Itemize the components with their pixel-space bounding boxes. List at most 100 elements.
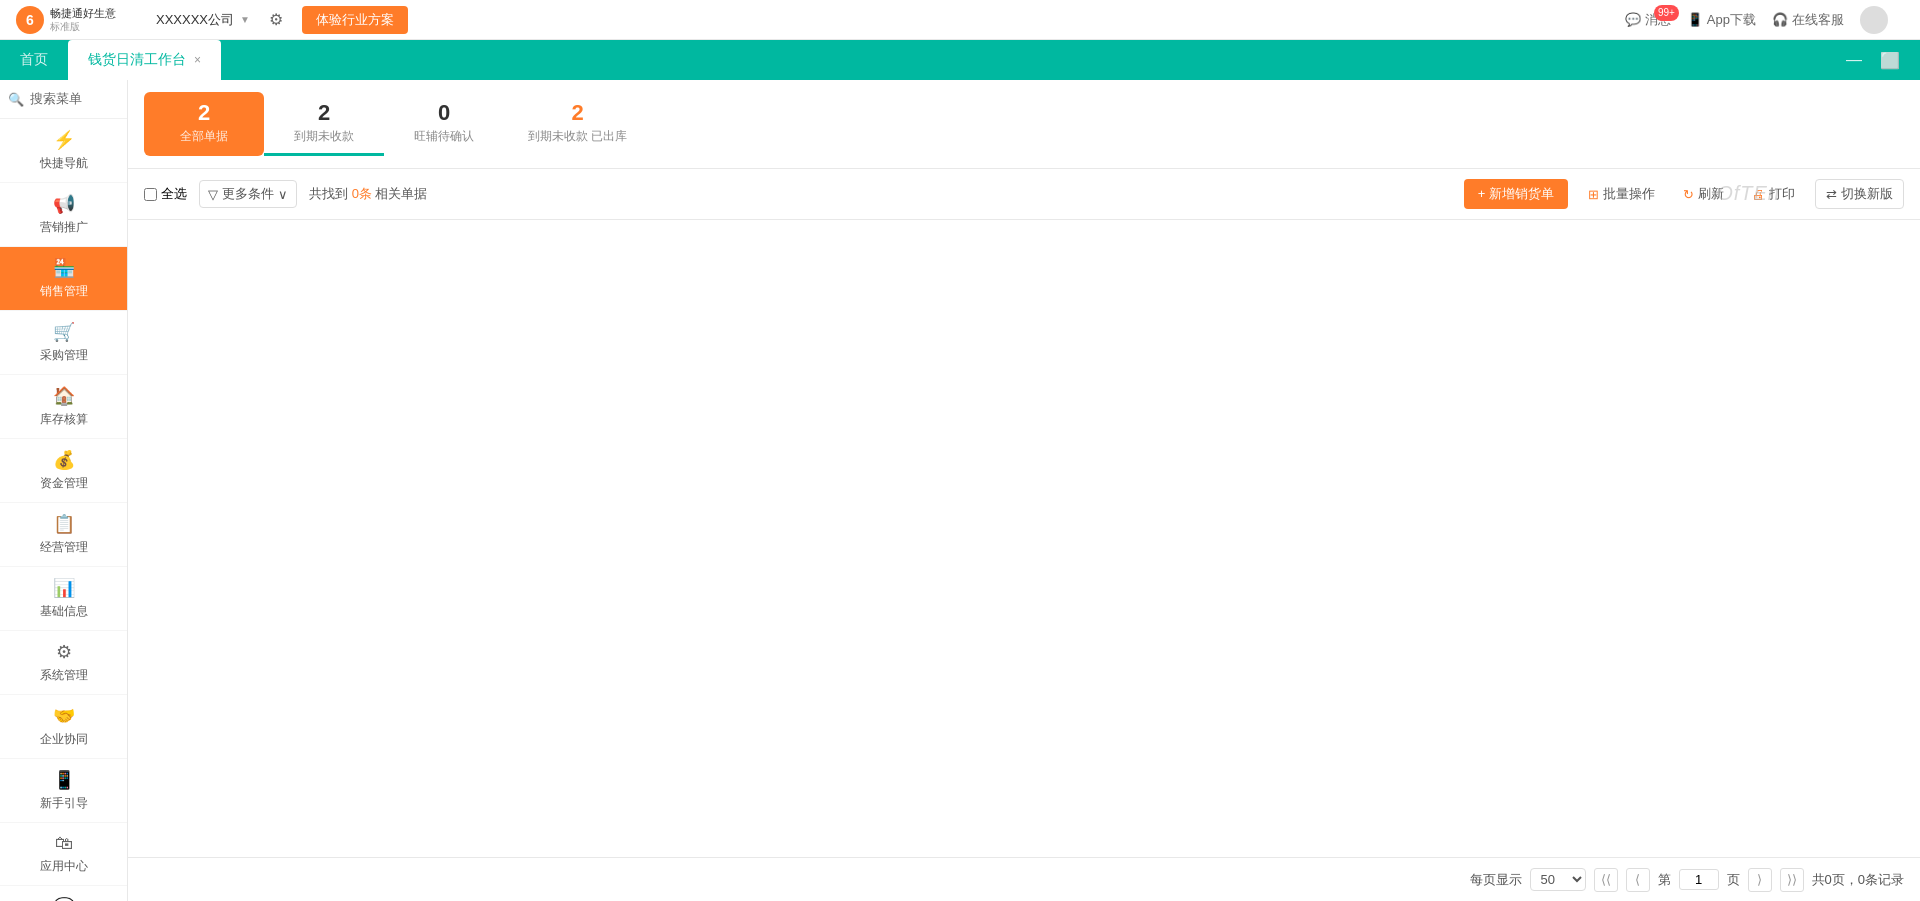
result-text: 共找到 0条 相关单据: [309, 185, 427, 203]
sidebar-label-system: 系统管理: [40, 667, 88, 684]
per-page-select[interactable]: 50 100 200: [1530, 868, 1586, 891]
sidebar-label-appstore: 应用中心: [40, 858, 88, 875]
sidebar-item-marketing[interactable]: 📢 营销推广: [0, 183, 127, 247]
stat-card-shipped[interactable]: 2 到期未收款 已出库: [504, 92, 651, 156]
switch-icon: ⇄: [1826, 187, 1837, 202]
filter-icon: ▽: [208, 187, 218, 202]
refresh-icon: ↻: [1683, 187, 1694, 202]
sidebar-item-wechat[interactable]: 💬 企业微信: [0, 886, 127, 901]
batch-operation-button[interactable]: ⊞ 批量操作: [1580, 181, 1663, 207]
sidebar-item-system[interactable]: ⚙ 系统管理: [0, 631, 127, 695]
maximize-icon[interactable]: ⬜: [1876, 46, 1904, 74]
batch-label: 批量操作: [1603, 185, 1655, 203]
message-badge: 99+: [1654, 5, 1679, 21]
inventory-icon: 🏠: [53, 385, 75, 407]
sidebar-item-operations[interactable]: 📋 经营管理: [0, 503, 127, 567]
search-label: 搜索菜单: [30, 90, 82, 108]
close-tab-icon[interactable]: ×: [194, 53, 201, 67]
stat-label-overdue: 到期未收款: [294, 128, 354, 145]
page-number-input[interactable]: [1679, 869, 1719, 890]
pagination-bar: 每页显示 50 100 200 ⟨⟨ ⟨ 第 页 ⟩ ⟩⟩ 共0页，0条记录: [128, 857, 1920, 901]
settings-icon[interactable]: ⚙: [262, 6, 290, 34]
marketing-icon: 📢: [53, 193, 75, 215]
per-page-label: 每页显示: [1470, 871, 1522, 889]
sidebar-label-finance: 资金管理: [40, 475, 88, 492]
batch-icon: ⊞: [1588, 187, 1599, 202]
logo-icon: 6: [16, 6, 44, 34]
sidebar-label-operations: 经营管理: [40, 539, 88, 556]
sidebar-label-guide: 新手引导: [40, 795, 88, 812]
tab-active[interactable]: 钱货日清工作台 ×: [68, 40, 221, 80]
sidebar-item-inventory[interactable]: 🏠 库存核算: [0, 375, 127, 439]
app-download-action[interactable]: 📱 App下载: [1687, 11, 1756, 29]
minimize-icon[interactable]: —: [1840, 46, 1868, 74]
refresh-button[interactable]: ↻ 刷新: [1675, 181, 1732, 207]
page-suffix: 页: [1727, 871, 1740, 889]
avatar[interactable]: [1860, 6, 1888, 34]
message-action[interactable]: 💬 消息 99+: [1625, 11, 1671, 29]
sidebar-item-shortcut[interactable]: ⚡ 快捷导航: [0, 119, 127, 183]
stat-label-all: 全部单据: [180, 128, 228, 145]
stat-num-pending: 0: [438, 100, 450, 126]
system-icon: ⚙: [56, 641, 72, 663]
stat-num-shipped: 2: [572, 100, 584, 126]
add-sales-order-button[interactable]: + 新增销货单: [1464, 179, 1568, 209]
base-icon: 📊: [53, 577, 75, 599]
sidebar-item-appstore[interactable]: 🛍 应用中心: [0, 823, 127, 886]
filter-button[interactable]: ▽ 更多条件 ∨: [199, 180, 297, 208]
stat-card-pending[interactable]: 0 旺辅待确认: [384, 92, 504, 156]
app-name: 畅捷通好生意: [50, 6, 116, 20]
select-all-label: 全选: [161, 185, 187, 203]
headset-icon: 🎧: [1772, 12, 1788, 27]
result-suffix: 相关单据: [375, 186, 427, 201]
guide-icon: 📱: [53, 769, 75, 791]
nav-tabs: 首页 钱货日清工作台 × — ⬜: [0, 40, 1920, 80]
online-service-action[interactable]: 🎧 在线客服: [1772, 11, 1844, 29]
app-download-icon: 📱: [1687, 12, 1703, 27]
sidebar-items-container: ⚡ 快捷导航 📢 营销推广 🏪 销售管理 🛒 采购管理 🏠 库存核算 💰 资金管…: [0, 119, 127, 901]
message-icon: 💬: [1625, 12, 1641, 27]
sidebar-item-purchase[interactable]: 🛒 采购管理: [0, 311, 127, 375]
print-label: 打印: [1769, 185, 1795, 203]
sidebar-label-cooperation: 企业协同: [40, 731, 88, 748]
page-label: 第: [1658, 871, 1671, 889]
online-service-label: 在线客服: [1792, 11, 1844, 29]
switch-version-button[interactable]: ⇄ 切换新版: [1815, 179, 1904, 209]
stat-card-all[interactable]: 2 全部单据: [144, 92, 264, 156]
logo-text: 畅捷通好生意 标准版: [50, 6, 116, 33]
sidebar-item-guide[interactable]: 📱 新手引导: [0, 759, 127, 823]
prev-page-button[interactable]: ⟨: [1626, 868, 1650, 892]
shortcut-icon: ⚡: [53, 129, 75, 151]
sidebar-label-purchase: 采购管理: [40, 347, 88, 364]
filter-label: 更多条件: [222, 185, 274, 203]
nav-tab-actions: — ⬜: [1840, 46, 1920, 74]
sidebar: 🔍 搜索菜单 ⚡ 快捷导航 📢 营销推广 🏪 销售管理 🛒 采购管理 🏠 库存核…: [0, 80, 128, 901]
print-icon: 🖨: [1752, 187, 1765, 202]
home-tab-label: 首页: [20, 51, 48, 69]
trial-button[interactable]: 体验行业方案: [302, 6, 408, 34]
sidebar-search[interactable]: 🔍 搜索菜单: [0, 80, 127, 119]
first-page-button[interactable]: ⟨⟨: [1594, 868, 1618, 892]
next-page-button[interactable]: ⟩: [1748, 868, 1772, 892]
stat-card-overdue[interactable]: 2 到期未收款: [264, 92, 384, 156]
sidebar-item-cooperation[interactable]: 🤝 企业协同: [0, 695, 127, 759]
select-all-checkbox[interactable]: 全选: [144, 185, 187, 203]
company-selector[interactable]: XXXXXX公司 ▼: [156, 11, 250, 29]
search-icon: 🔍: [8, 92, 24, 107]
sidebar-item-base[interactable]: 📊 基础信息: [0, 567, 127, 631]
print-button[interactable]: 🖨 打印: [1744, 181, 1803, 207]
toolbar: 全选 ▽ 更多条件 ∨ 共找到 0条 相关单据 + 新增销货单 ⊞ 批量操作 ↻: [128, 169, 1920, 220]
appstore-icon: 🛍: [55, 833, 73, 854]
tab-home[interactable]: 首页: [0, 40, 68, 80]
finance-icon: 💰: [53, 449, 75, 471]
stat-num-all: 2: [198, 100, 210, 126]
app-download-label: App下载: [1707, 11, 1756, 29]
sidebar-label-shortcut: 快捷导航: [40, 155, 88, 172]
sidebar-item-finance[interactable]: 💰 资金管理: [0, 439, 127, 503]
company-name: XXXXXX公司: [156, 11, 234, 29]
checkbox-input[interactable]: [144, 188, 157, 201]
table-area: [128, 220, 1920, 857]
sidebar-item-sales[interactable]: 🏪 销售管理: [0, 247, 127, 311]
chevron-down-icon: ▼: [240, 14, 250, 25]
last-page-button[interactable]: ⟩⟩: [1780, 868, 1804, 892]
